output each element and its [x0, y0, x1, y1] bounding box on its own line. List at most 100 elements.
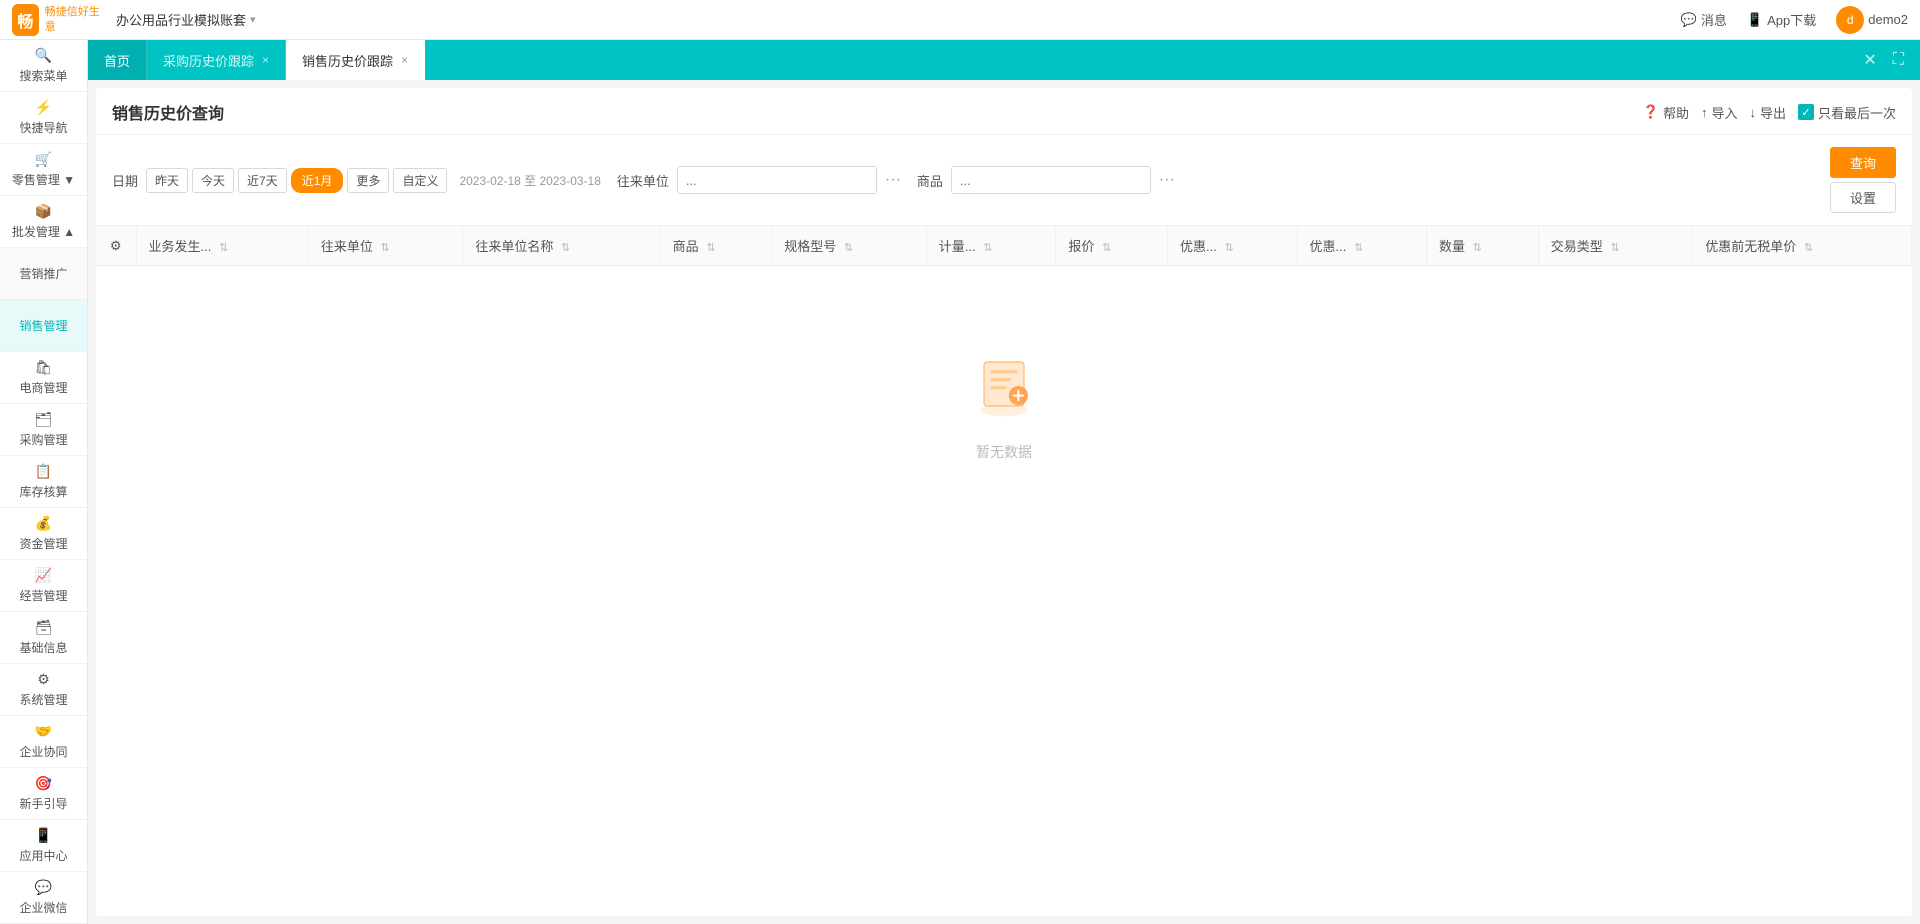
sidebar-item-marketing[interactable]: 营销推广 [0, 248, 87, 300]
source-unit-input[interactable] [677, 166, 877, 194]
business-icon: 📈 [35, 567, 52, 584]
app-center-icon: 📱 [35, 827, 52, 844]
tab-bar: 首页 采购历史价跟踪 × 销售历史价跟踪 × ✕ ⛶ [88, 40, 1920, 80]
system-icon: ⚙ [37, 671, 50, 688]
user-label: demo2 [1868, 12, 1908, 27]
th-quote[interactable]: 报价 ⇅ [1056, 226, 1168, 266]
sidebar-item-label: 批发管理 ▲ [12, 223, 75, 240]
workspace-label: 办公用品行业模拟账套 [116, 10, 246, 29]
date-btn-today[interactable]: 今天 [192, 168, 234, 193]
home-tab-label: 首页 [104, 51, 130, 70]
th-unit[interactable]: 计量... ⇅ [926, 226, 1056, 266]
sidebar-item-ecommerce-mgmt[interactable]: 🛍 电商管理 [0, 352, 87, 404]
help-button[interactable]: ❓ 帮助 [1643, 103, 1689, 122]
close-window-button[interactable]: ✕ [1859, 46, 1880, 74]
goods-input[interactable] [951, 166, 1151, 194]
sidebar-item-label: 库存核算 [19, 483, 67, 500]
th-goods[interactable]: 商品 ⇅ [660, 226, 772, 266]
sidebar-item-wholesale-mgmt[interactable]: 📦 批发管理 ▲ [0, 196, 87, 248]
message-action[interactable]: 💬 消息 [1681, 10, 1727, 29]
inventory-icon: 📋 [35, 463, 52, 480]
last-one-only-checkbox[interactable]: ✓ 只看最后一次 [1798, 103, 1896, 122]
empty-text: 暂无数据 [976, 442, 1032, 462]
sidebar-item-finance-mgmt[interactable]: 💰 资金管理 [0, 508, 87, 560]
logo-text: 畅捷信好生意 [45, 5, 100, 34]
close-icon[interactable]: × [401, 54, 408, 66]
close-icon[interactable]: × [262, 54, 269, 66]
chevron-down-icon: ▾ [250, 13, 256, 26]
date-buttons: 昨天 今天 近7天 近1月 更多 自定义 [146, 168, 447, 193]
sidebar-item-label: 零售管理 ▼ [12, 171, 75, 188]
date-btn-7days[interactable]: 近7天 [238, 168, 287, 193]
message-icon: 💬 [1681, 12, 1697, 28]
sidebar-item-app-center[interactable]: 📱 应用中心 [0, 820, 87, 872]
sidebar-item-system-mgmt[interactable]: ⚙ 系统管理 [0, 664, 87, 716]
user-action[interactable]: d demo2 [1836, 6, 1908, 34]
sidebar-item-newbie-guide[interactable]: 🎯 新手引导 [0, 768, 87, 820]
sidebar-item-enterprise-wechat[interactable]: 💬 企业微信 [0, 872, 87, 924]
basic-info-icon: 🗃 [35, 619, 53, 636]
tab-spacer [425, 40, 1847, 80]
sidebar-item-retail-mgmt[interactable]: 🛒 零售管理 ▼ [0, 144, 87, 196]
page-actions: ❓ 帮助 ↑ 导入 ↓ 导出 ✓ 只看最后一次 [1643, 103, 1896, 122]
source-unit-more-icon[interactable]: ··· [885, 171, 901, 189]
tab-purchase-history[interactable]: 采购历史价跟踪 × [147, 40, 286, 80]
th-quantity[interactable]: 数量 ⇅ [1427, 226, 1539, 266]
table-header-row: ⚙ 业务发生... ⇅ 往来单位 ⇅ 往来单位名称 ⇅ 商品 ⇅ 规格型号 ⇅ … [96, 226, 1912, 266]
workspace-selector[interactable]: 办公用品行业模拟账套 ▾ [116, 10, 256, 29]
sidebar-item-inventory-check[interactable]: 📋 库存核算 [0, 456, 87, 508]
sidebar-item-label: 销售管理 [19, 317, 67, 334]
sidebar-item-sales-mgmt[interactable]: 销售管理 [0, 300, 87, 352]
th-discount2[interactable]: 优惠... ⇅ [1297, 226, 1427, 266]
maximize-window-button[interactable]: ⛶ [1889, 47, 1908, 73]
avatar: d [1836, 6, 1864, 34]
import-button[interactable]: ↑ 导入 [1701, 103, 1738, 122]
page-header: 销售历史价查询 ❓ 帮助 ↑ 导入 ↓ 导出 [96, 88, 1912, 135]
guide-icon: 🎯 [35, 775, 52, 792]
th-spec[interactable]: 规格型号 ⇅ [772, 226, 927, 266]
date-btn-1month[interactable]: 近1月 [291, 168, 344, 193]
sidebar-item-business-mgmt[interactable]: 📈 经营管理 [0, 560, 87, 612]
sidebar-item-basic-info[interactable]: 🗃 基础信息 [0, 612, 87, 664]
sidebar-item-enterprise-coop[interactable]: 🤝 企业协同 [0, 716, 87, 768]
goods-more-icon[interactable]: ··· [1159, 171, 1175, 189]
tab-home[interactable]: 首页 [88, 40, 147, 80]
date-btn-more[interactable]: 更多 [347, 168, 389, 193]
export-button[interactable]: ↓ 导出 [1749, 103, 1786, 122]
ecommerce-icon: 🛍 [35, 359, 53, 376]
empty-state-icon [964, 346, 1044, 426]
finance-icon: 💰 [35, 515, 52, 532]
th-gear[interactable]: ⚙ [96, 226, 136, 266]
query-button[interactable]: 查询 [1830, 147, 1896, 178]
filter-bar: 日期 昨天 今天 近7天 近1月 更多 自定义 2023-02-18 至 202… [96, 135, 1912, 226]
retail-icon: 🛒 [35, 151, 52, 168]
purchase-icon: 🗂 [35, 411, 53, 428]
date-btn-custom[interactable]: 自定义 [393, 168, 447, 193]
sidebar-item-quick-nav[interactable]: ⚡ 快捷导航 [0, 92, 87, 144]
purchase-history-tab-label: 采购历史价跟踪 [163, 51, 254, 70]
app-download-icon: 📱 [1747, 12, 1763, 28]
th-trade-type[interactable]: 交易类型 ⇅ [1538, 226, 1693, 266]
sidebar-item-label: 营销推广 [19, 265, 67, 282]
settings-button[interactable]: 设置 [1830, 182, 1896, 213]
tab-sales-history[interactable]: 销售历史价跟踪 × [286, 40, 425, 80]
date-btn-yesterday[interactable]: 昨天 [146, 168, 188, 193]
sidebar-item-label: 企业协同 [19, 743, 67, 760]
sidebar-item-label: 应用中心 [19, 847, 67, 864]
th-pre-tax-price[interactable]: 优惠前无税单价 ⇅ [1693, 226, 1912, 266]
th-partner-code[interactable]: 往来单位 ⇅ [308, 226, 463, 266]
th-discount1[interactable]: 优惠... ⇅ [1168, 226, 1298, 266]
main-layout: 🔍 搜索菜单 ⚡ 快捷导航 🛒 零售管理 ▼ 📦 批发管理 ▲ 营销推广 销售管… [0, 40, 1920, 924]
sidebar-item-purchase-mgmt[interactable]: 🗂 采购管理 [0, 404, 87, 456]
sidebar-item-label: 电商管理 [19, 379, 67, 396]
th-partner-name[interactable]: 往来单位名称 ⇅ [463, 226, 660, 266]
app-download-action[interactable]: 📱 App下载 [1747, 10, 1816, 29]
page-inner: 销售历史价查询 ❓ 帮助 ↑ 导入 ↓ 导出 [96, 88, 1912, 916]
checkbox-icon: ✓ [1798, 104, 1814, 120]
goods-filter-group: 商品 ··· [917, 166, 1175, 194]
message-label: 消息 [1701, 10, 1727, 29]
th-biz-date[interactable]: 业务发生... ⇅ [136, 226, 308, 266]
top-bar: 畅 畅捷信好生意 办公用品行业模拟账套 ▾ 💬 消息 📱 App下载 d dem… [0, 0, 1920, 40]
sidebar-item-search-menu[interactable]: 🔍 搜索菜单 [0, 40, 87, 92]
content-area: 首页 采购历史价跟踪 × 销售历史价跟踪 × ✕ ⛶ 销售历史价查询 [88, 40, 1920, 924]
